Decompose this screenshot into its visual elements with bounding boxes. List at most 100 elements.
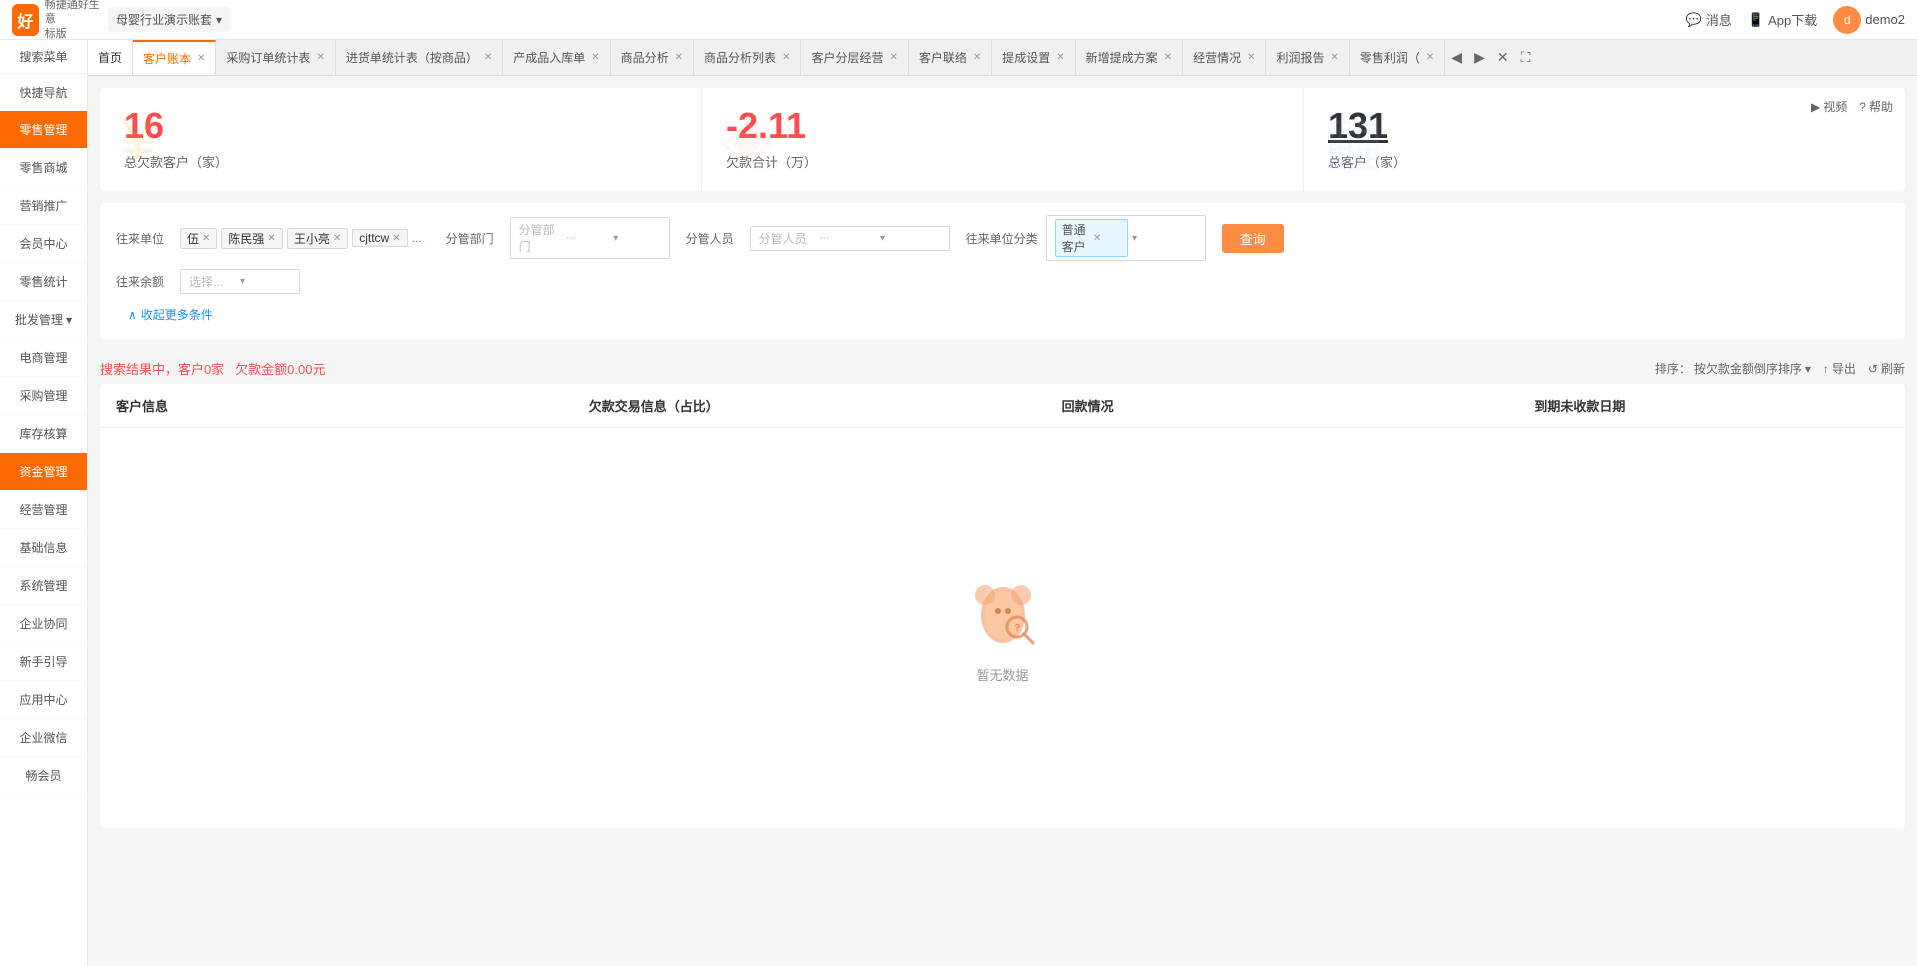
tab-product-entry[interactable]: 产成品入库单 ✕ [503,40,610,76]
col-customer-info: 客户信息 [116,396,589,415]
filter-person-select[interactable]: 分管人员 ⋯ ▾ [750,226,950,251]
empty-icon: ? [963,573,1043,653]
filter-row-remainder: 往来余额 选择... ▾ [116,269,1889,294]
sidebar-item-app-center[interactable]: 应用中心 [0,681,87,719]
sidebar-item-member[interactable]: 会员中心 [0,225,87,263]
tab-close-new-commission[interactable]: ✕ [1164,52,1172,63]
logo-icon: 好 [12,4,39,36]
filter-tag-cjttcw-close[interactable]: ✕ [392,233,400,244]
avatar: d [1833,6,1861,34]
stat-label-total: 总客户（家） [1328,152,1881,171]
search-result-bar: 搜索结果中，客户0家 欠款金额0.00元 排序： 按欠款金额倒序排序 ▾ ↑ 导… [100,351,1905,384]
tab-close-product-entry[interactable]: ✕ [591,52,599,63]
filter-tag-chen-close[interactable]: ✕ [267,233,275,244]
filter-tag-wu-close[interactable]: ✕ [202,233,210,244]
tab-close-product-list[interactable]: ✕ [782,52,790,63]
tabs-close-all[interactable]: ✕ [1491,40,1515,76]
tab-close-commission[interactable]: ✕ [1056,52,1064,63]
sidebar-item-enterprise[interactable]: 企业协同 [0,605,87,643]
sidebar-item-retail-mall[interactable]: 零售商城 [0,149,87,187]
download-icon: 📱 [1748,12,1764,28]
filter-tag-wang-close[interactable]: ✕ [333,233,341,244]
filter-tag-cjttcw: cjttcw ✕ [352,229,407,247]
refresh-icon: ↺ [1868,362,1878,376]
sidebar-item-system[interactable]: 系统管理 [0,567,87,605]
stat-card-debt: ◈ -2.11 欠款合计（万） [702,88,1304,191]
tab-close-product-analysis[interactable]: ✕ [675,52,683,63]
filter-area: 往来单位 伍 ✕ 陈民强 ✕ 王小亮 [100,203,1905,339]
tab-close-business[interactable]: ✕ [1247,52,1255,63]
sidebar-item-purchase[interactable]: 采购管理 [0,377,87,415]
export-button[interactable]: ↑ 导出 [1823,360,1856,377]
sidebar-item-inventory[interactable]: 库存核算 [0,415,87,453]
stat-value-debt: -2.11 [726,108,1279,144]
collapse-button[interactable]: ∧ 收起更多条件 [116,302,1889,327]
tab-home[interactable]: 首页 [88,40,133,76]
col-debt-info: 欠款交易信息（占比） [589,396,1062,415]
sidebar-item-guide[interactable]: 新手引导 [0,643,87,681]
filter-dept-select[interactable]: 分管部门 ⋯ ▾ [510,217,670,259]
video-button[interactable]: ▶ 视频 [1811,98,1847,115]
tab-close-purchase[interactable]: ✕ [316,52,324,63]
sidebar: 搜索菜单 快捷导航 零售管理 零售商城 营销推广 会员中心 零售统计 批发管理 … [0,40,88,966]
sidebar-search[interactable]: 搜索菜单 [0,40,87,74]
result-actions: 排序： 按欠款金额倒序排序 ▾ ↑ 导出 ↺ 刷新 [1655,360,1905,377]
table-header: 客户信息 欠款交易信息（占比） 回款情况 到期未收款日期 [100,384,1905,428]
tab-close-retail-profit[interactable]: ✕ [1426,52,1434,63]
filter-category-select[interactable]: 普通客户 ✕ ▾ [1046,215,1206,261]
sidebar-item-member2[interactable]: 畅会员 [0,757,87,795]
tabs-fullscreen[interactable]: ⛶ [1515,40,1537,76]
sidebar-item-wholesale[interactable]: 批发管理 ▾ [0,301,87,339]
tab-close-purchase-goods[interactable]: ✕ [484,52,492,63]
tab-retail-profit[interactable]: 零售利润（ ✕ [1350,40,1445,76]
sidebar-item-ecommerce[interactable]: 电商管理 [0,339,87,377]
tab-profit-report[interactable]: 利润报告 ✕ [1266,40,1349,76]
data-table: 客户信息 欠款交易信息（占比） 回款情况 到期未收款日期 [100,384,1905,828]
sidebar-item-marketing[interactable]: 营销推广 [0,187,87,225]
svg-text:?: ? [1014,623,1020,634]
app-download-button[interactable]: 📱 App下载 [1748,10,1817,29]
tab-close-profit[interactable]: ✕ [1331,52,1339,63]
sidebar-item-finance[interactable]: 资金管理 [0,453,87,491]
workspace-selector[interactable]: 母婴行业演示账套 ▾ [108,7,230,32]
refresh-button[interactable]: ↺ 刷新 [1868,360,1905,377]
stat-card-total-customers: ▦ 131 总客户（家） ▶ 视频 ? 帮助 [1304,88,1905,191]
sidebar-item-retail-stats[interactable]: 零售统计 [0,263,87,301]
filter-remainder-select[interactable]: 选择... ▾ [180,269,300,294]
sort-select[interactable]: 排序： 按欠款金额倒序排序 ▾ [1655,360,1811,377]
message-button[interactable]: 💬 消息 [1686,10,1732,29]
tab-close-segment[interactable]: ✕ [889,52,897,63]
sidebar-item-basic-info[interactable]: 基础信息 [0,529,87,567]
stat-card-customers: ¥ 16 总欠款客户（家） [100,88,702,191]
tab-purchase-order-stats[interactable]: 采购订单统计表 ✕ [216,40,335,76]
sidebar-item-wechat[interactable]: 企业微信 [0,719,87,757]
tabs-bar: 首页 客户账本 ✕ 采购订单统计表 ✕ 进货单统计表（按商品） ✕ 产成品入库单… [88,40,1917,76]
stat-label-debt: 欠款合计（万） [726,152,1279,171]
query-button[interactable]: 查询 [1222,224,1284,253]
tab-customer-account[interactable]: 客户账本 ✕ [133,40,216,76]
tab-close-customer-account[interactable]: ✕ [197,53,205,64]
tab-product-analysis-list[interactable]: 商品分析列表 ✕ [694,40,801,76]
table-body: ? 暂无数据 [100,428,1905,828]
filter-tag-category-close[interactable]: ✕ [1093,233,1121,244]
user-menu[interactable]: d demo2 [1833,6,1905,34]
filter-remainder-label: 往来余额 [116,273,172,290]
tab-product-analysis[interactable]: 商品分析 ✕ [611,40,694,76]
tab-close-contact[interactable]: ✕ [973,52,981,63]
sidebar-quick-nav[interactable]: 快捷导航 [0,74,87,111]
tab-new-commission[interactable]: 新增提成方案 ✕ [1076,40,1183,76]
col-repayment: 回款情况 [1062,396,1535,415]
sidebar-item-operation[interactable]: 经营管理 [0,491,87,529]
tab-customer-segment[interactable]: 客户分层经营 ✕ [801,40,908,76]
filter-more-units[interactable]: ... [412,231,422,245]
empty-text: 暂无数据 [976,665,1028,684]
help-button[interactable]: ? 帮助 [1859,98,1893,115]
tabs-nav-prev[interactable]: ◀ [1445,40,1468,76]
sidebar-item-retail-management[interactable]: 零售管理 [0,111,87,149]
tab-purchase-goods-stats[interactable]: 进货单统计表（按商品） ✕ [336,40,503,76]
tab-business-status[interactable]: 经营情况 ✕ [1183,40,1266,76]
tabs-nav-next[interactable]: ▶ [1468,40,1491,76]
tab-commission-settings[interactable]: 提成设置 ✕ [992,40,1075,76]
filter-dept-label: 分管部门 [446,230,502,247]
tab-customer-contact[interactable]: 客户联络 ✕ [909,40,992,76]
